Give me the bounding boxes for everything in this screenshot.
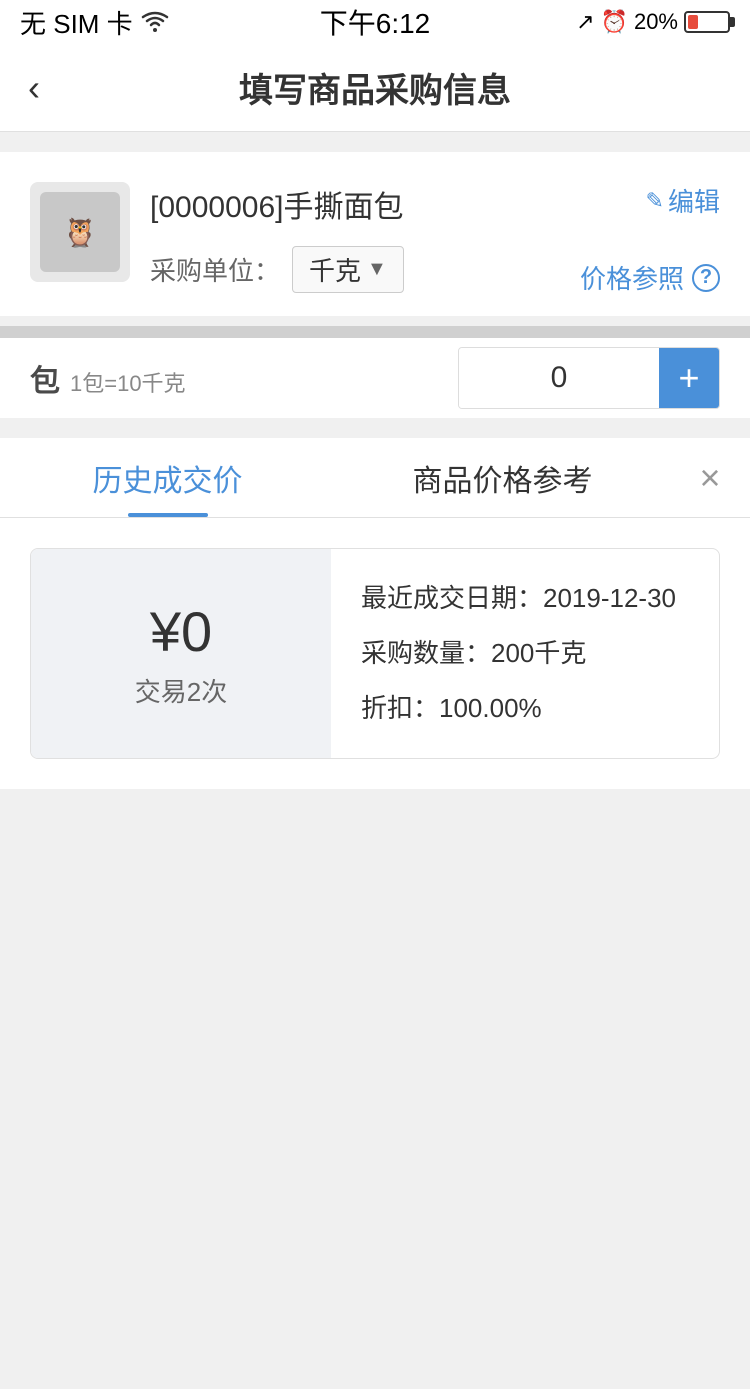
- battery-text: 20%: [634, 9, 678, 35]
- price-recent-date: 最近成交日期：2019-12-30: [361, 579, 689, 618]
- unit-select[interactable]: 千克 ▼: [292, 246, 404, 293]
- product-right-actions: ✎ 编辑 价格参照 ?: [580, 182, 720, 296]
- product-image: 🦉: [30, 182, 130, 282]
- product-name: [0000006]手撕面包: [150, 182, 404, 226]
- quantity-conversion: 1包=10千克: [70, 366, 186, 398]
- product-section: 🦉 [0000006]手撕面包 采购单位： 千克 ▼ ✎ 编辑: [0, 152, 750, 316]
- status-right: ↗ ⏰ 20%: [576, 9, 730, 35]
- tab-history-price[interactable]: 历史成交价: [0, 438, 335, 517]
- price-purchase-qty: 采购数量：200千克: [361, 634, 689, 673]
- price-ref-icon: ?: [692, 264, 720, 292]
- nav-title: 填写商品采购信息: [239, 63, 511, 112]
- wifi-icon: [141, 11, 169, 33]
- main-content: [0, 789, 750, 1389]
- status-carrier: 无 SIM 卡: [20, 4, 169, 41]
- quantity-label-area: 包 1包=10千克: [30, 356, 186, 400]
- quantity-plus-button[interactable]: +: [659, 348, 719, 408]
- quantity-control: +: [458, 347, 720, 409]
- price-transactions: 交易2次: [135, 672, 227, 709]
- quantity-unit: 包: [30, 356, 60, 400]
- status-bar: 无 SIM 卡 下午6:12 ↗ ⏰ 20%: [0, 0, 750, 44]
- tab-content-history: ¥0 交易2次 最近成交日期：2019-12-30 采购数量：200千克 折扣：…: [0, 518, 750, 789]
- status-time: 下午6:12: [320, 2, 431, 42]
- price-ref-button[interactable]: 价格参照 ?: [580, 259, 720, 296]
- carrier-text: 无 SIM 卡: [20, 4, 133, 41]
- product-thumbnail: 🦉: [40, 192, 120, 272]
- alarm-icon: ⏰: [601, 9, 628, 35]
- battery-icon: [684, 11, 730, 33]
- edit-button[interactable]: ✎ 编辑: [646, 182, 720, 219]
- divider: [0, 326, 750, 338]
- product-unit-row: 采购单位： 千克 ▼: [150, 246, 404, 293]
- tab-header: 历史成交价 商品价格参考 ×: [0, 438, 750, 518]
- unit-dropdown-arrow: ▼: [367, 258, 387, 281]
- price-card-left: ¥0 交易2次: [31, 549, 331, 758]
- tab-section: 历史成交价 商品价格参考 × ¥0 交易2次 最近成交日期：2019-12-30…: [0, 438, 750, 789]
- price-value: ¥0: [150, 599, 212, 664]
- nav-bar: ‹ 填写商品采购信息: [0, 44, 750, 132]
- unit-label: 采购单位：: [150, 251, 280, 288]
- back-button[interactable]: ‹: [28, 67, 40, 109]
- price-discount: 折扣：100.00%: [361, 689, 689, 728]
- quantity-input[interactable]: [459, 348, 659, 408]
- price-card-right: 最近成交日期：2019-12-30 采购数量：200千克 折扣：100.00%: [331, 549, 719, 758]
- quantity-section: 包 1包=10千克 +: [0, 338, 750, 418]
- price-card: ¥0 交易2次 最近成交日期：2019-12-30 采购数量：200千克 折扣：…: [30, 548, 720, 759]
- gps-icon: ↗: [576, 9, 594, 35]
- product-info: [0000006]手撕面包 采购单位： 千克 ▼: [150, 182, 404, 293]
- tab-close-button[interactable]: ×: [670, 438, 750, 518]
- tab-product-price-ref[interactable]: 商品价格参考: [335, 438, 670, 517]
